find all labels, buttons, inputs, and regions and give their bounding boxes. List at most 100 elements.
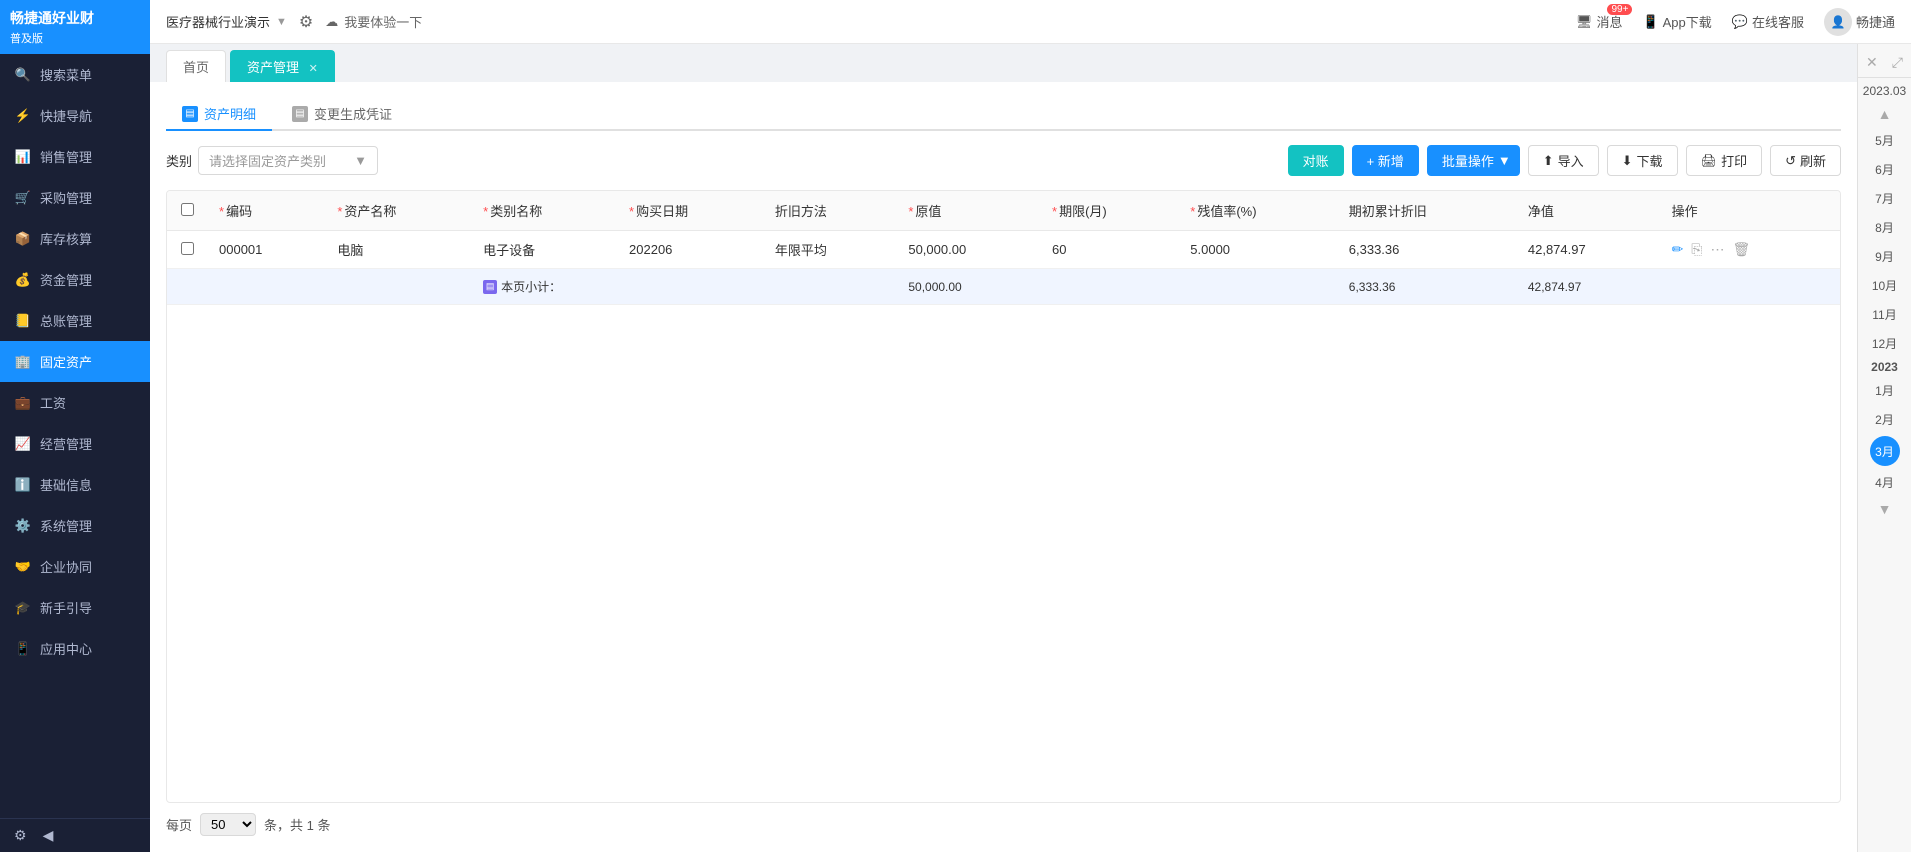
sidebar-item-label: 基础信息 xyxy=(40,475,92,494)
sidebar-item-operations[interactable]: 📈 经营管理 xyxy=(0,423,150,464)
month-10[interactable]: 10月 xyxy=(1858,271,1911,300)
sidebar-item-wages[interactable]: 💼 工资 xyxy=(0,382,150,423)
sidebar-item-inventory[interactable]: 📦 库存核算 xyxy=(0,218,150,259)
month-8[interactable]: 8月 xyxy=(1858,213,1911,242)
edit-icon[interactable]: ✏ xyxy=(1672,241,1684,258)
reconcile-button[interactable]: 对账 xyxy=(1288,145,1344,176)
per-page-select[interactable]: 50 20 100 xyxy=(200,813,256,836)
select-all-checkbox[interactable] xyxy=(181,203,194,216)
sidebar-item-system[interactable]: ⚙️ 系统管理 xyxy=(0,505,150,546)
tab-asset-mgmt[interactable]: 资产管理 ✕ xyxy=(230,50,335,82)
month-6[interactable]: 6月 xyxy=(1858,155,1911,184)
collapse-icon[interactable]: ◀ xyxy=(43,827,54,844)
month-2[interactable]: 2月 xyxy=(1858,405,1911,434)
sidebar-item-sales[interactable]: 📊 销售管理 xyxy=(0,136,150,177)
page-tabs: 首页 资产管理 ✕ xyxy=(150,44,1857,82)
refresh-button[interactable]: ↺ 刷新 xyxy=(1770,145,1841,176)
sidebar-item-funds[interactable]: 💰 资金管理 xyxy=(0,259,150,300)
month-9[interactable]: 9月 xyxy=(1858,242,1911,271)
topbar-right: 🖥 消息 99+ 📱 App下载 💬 在线客服 👤 畅捷通 xyxy=(1576,8,1895,36)
experience-btn[interactable]: ☁ 我要体验一下 xyxy=(325,12,422,31)
close-tab-icon[interactable]: ✕ xyxy=(309,63,318,75)
month-4[interactable]: 4月 xyxy=(1858,468,1911,497)
sidebar-item-quick-nav[interactable]: ⚡ 快捷导航 xyxy=(0,95,150,136)
sidebar-item-enterprise[interactable]: 🤝 企业协同 xyxy=(0,546,150,587)
subtotal-empty-period xyxy=(1040,269,1178,305)
row-original-value: 50,000.00 xyxy=(896,231,1040,269)
month-7[interactable]: 7月 xyxy=(1858,184,1911,213)
sidebar-item-app-center[interactable]: 📱 应用中心 xyxy=(0,628,150,669)
copy-icon[interactable]: ⎘ xyxy=(1691,241,1702,258)
year-2023-label: 2023 xyxy=(1871,360,1898,374)
user-menu[interactable]: 👤 畅捷通 xyxy=(1824,8,1895,36)
sidebar-item-ledger[interactable]: 📒 总账管理 xyxy=(0,300,150,341)
company-arrow-icon: ▼ xyxy=(276,16,287,28)
operations-icon: 📈 xyxy=(14,435,32,453)
toolbar: 类别 请选择固定资产类别 ▼ 对账 + 新增 批量操作 ▼ xyxy=(166,145,1841,176)
sidebar-item-label: 经营管理 xyxy=(40,434,92,453)
batch-label: 批量操作 xyxy=(1442,151,1494,170)
subtab-asset-detail[interactable]: ▤ 资产明细 xyxy=(166,98,272,131)
sidebar-item-search[interactable]: 🔍 搜索菜单 xyxy=(0,54,150,95)
panel-expand-icon[interactable]: ⤢ xyxy=(1890,52,1905,73)
month-5[interactable]: 5月 xyxy=(1858,126,1911,155)
settings-icon[interactable]: ⚙ xyxy=(14,827,27,844)
th-residual-rate: *残值率(%) xyxy=(1178,191,1337,231)
sidebar-item-label: 新手引导 xyxy=(40,598,92,617)
subtotal-empty-3 xyxy=(325,269,471,305)
print-label: 打印 xyxy=(1721,151,1747,170)
sidebar-item-fixed-assets[interactable]: 🏢 固定资产 xyxy=(0,341,150,382)
action-icons: ✏ ⎘ ⋯ 🗑 xyxy=(1672,241,1828,258)
sidebar-item-purchase[interactable]: 🛒 采购管理 xyxy=(0,177,150,218)
subtotal-label: 本页小计： xyxy=(501,278,561,295)
batch-button[interactable]: 批量操作 ▼ xyxy=(1427,145,1520,176)
delete-icon[interactable]: 🗑 xyxy=(1733,241,1751,258)
export-icon: ⬆ xyxy=(1543,153,1554,169)
row-checkbox[interactable] xyxy=(181,242,194,255)
row-residual-rate: 5.0000 xyxy=(1178,231,1337,269)
right-panel-header: ✕ ⤢ xyxy=(1858,48,1911,78)
messages-btn[interactable]: 🖥 消息 99+ xyxy=(1576,12,1623,31)
sidebar-item-basic-info[interactable]: ℹ️ 基础信息 xyxy=(0,464,150,505)
per-page-label: 每页 xyxy=(166,815,192,834)
sidebar-item-guide[interactable]: 🎓 新手引导 xyxy=(0,587,150,628)
tab-home[interactable]: 首页 xyxy=(166,50,226,82)
total-label: 条，共 1 条 xyxy=(264,815,330,834)
page-body: ▤ 资产明细 ▤ 变更生成凭证 类别 请选择固定资产类别 ▼ xyxy=(150,82,1857,852)
print-button[interactable]: 🖨 打印 xyxy=(1686,145,1763,176)
app-download-btn[interactable]: 📱 App下载 xyxy=(1642,12,1711,31)
pagination: 每页 50 20 100 条，共 1 条 xyxy=(166,803,1841,836)
inventory-icon: 📦 xyxy=(14,230,32,248)
new-button[interactable]: + 新增 xyxy=(1352,145,1419,176)
more-icon[interactable]: ⋯ xyxy=(1711,241,1725,258)
tab-asset-mgmt-label: 资产管理 xyxy=(247,60,299,75)
app-center-icon: 📱 xyxy=(14,640,32,658)
panel-scroll-up-icon[interactable]: ▲ xyxy=(1874,102,1896,126)
row-period: 60 xyxy=(1040,231,1178,269)
panel-scroll-down-icon[interactable]: ▼ xyxy=(1874,497,1896,521)
th-code: *编码 xyxy=(207,191,325,231)
messages-badge: 99+ xyxy=(1607,4,1632,15)
panel-close-icon[interactable]: ✕ xyxy=(1864,52,1880,73)
table-header-row: *编码 *资产名称 *类别名称 *购买日期 折旧方法 *原值 *期限(月) *残… xyxy=(167,191,1840,231)
sidebar-item-label: 采购管理 xyxy=(40,188,92,207)
month-1[interactable]: 1月 xyxy=(1858,376,1911,405)
asset-table: *编码 *资产名称 *类别名称 *购买日期 折旧方法 *原值 *期限(月) *残… xyxy=(166,190,1841,803)
settings-gear-icon[interactable]: ⚙ xyxy=(299,12,313,32)
month-3-active[interactable]: 3月 xyxy=(1870,436,1900,466)
row-initial-depreciation: 6,333.36 xyxy=(1337,231,1516,269)
month-11[interactable]: 11月 xyxy=(1858,300,1911,329)
download-button[interactable]: ⬇ 下载 xyxy=(1607,145,1678,176)
online-service-btn[interactable]: 💬 在线客服 xyxy=(1732,12,1804,31)
company-selector[interactable]: 医疗器械行业演示 ▼ xyxy=(166,12,287,31)
sidebar-item-label: 库存核算 xyxy=(40,229,92,248)
category-select[interactable]: 请选择固定资产类别 ▼ xyxy=(198,146,378,175)
month-12[interactable]: 12月 xyxy=(1858,329,1911,358)
company-name: 医疗器械行业演示 xyxy=(166,12,270,31)
export-button[interactable]: ⬆ 导入 xyxy=(1528,145,1599,176)
guide-icon: 🎓 xyxy=(14,599,32,617)
subtab-change-voucher[interactable]: ▤ 变更生成凭证 xyxy=(276,98,408,131)
subtotal-empty-action xyxy=(1660,269,1840,305)
subtotal-label-cell: ▤ 本页小计： xyxy=(471,269,896,305)
sidebar-item-label: 搜索菜单 xyxy=(40,65,92,84)
